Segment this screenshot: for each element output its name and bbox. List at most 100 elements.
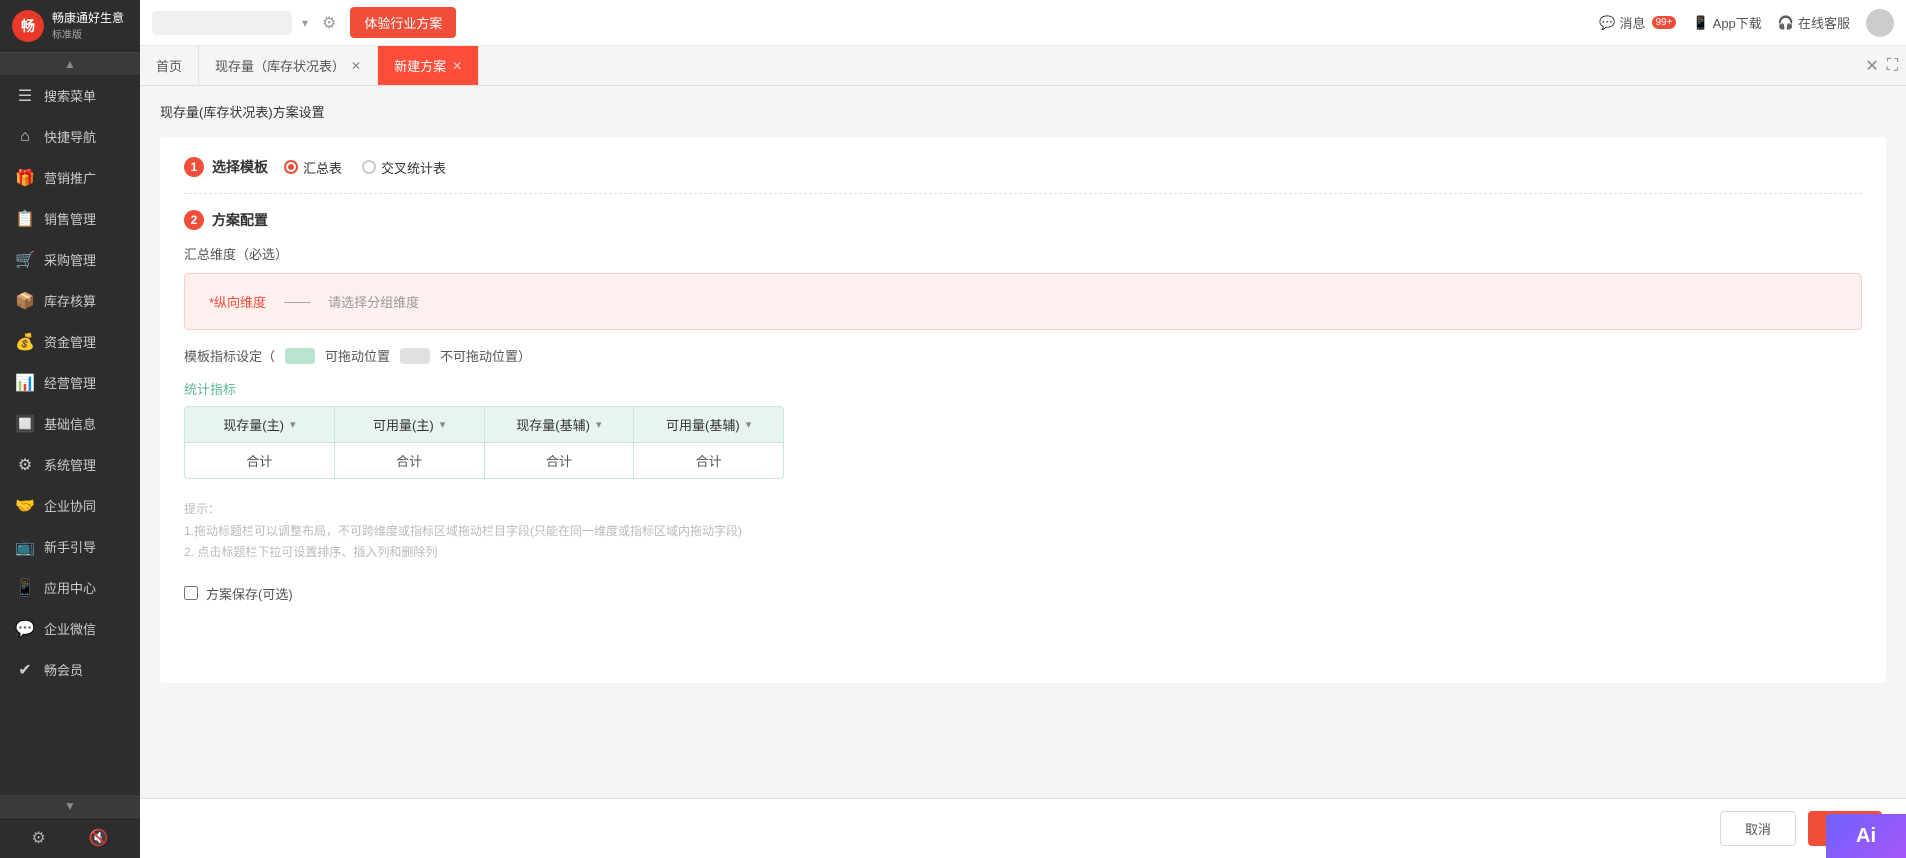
stats-col-dropdown-icon-3[interactable]: ▾ (746, 418, 752, 431)
app-download-label: App下载 (1713, 13, 1762, 32)
step1-label: 选择模板 (212, 157, 268, 177)
page-title: 现存量(库存状况表)方案设置 (160, 102, 1886, 121)
draggable-label: 可拖动位置 (325, 346, 390, 365)
tab-new-scheme-close-icon[interactable]: ✕ (452, 59, 462, 73)
dimension-required-label: *纵向维度 (209, 292, 266, 311)
stats-col-dropdown-icon-0[interactable]: ▾ (290, 418, 296, 431)
sidebar-scroll-down[interactable]: ▼ (0, 795, 140, 817)
radio-summary-label: 汇总表 (303, 158, 342, 177)
logo-icon: 畅 (12, 10, 44, 42)
sidebar-icon-enterprise-wechat: 💬 (16, 620, 34, 638)
stats-col-0: 现存量(主) ▾ (185, 407, 335, 443)
sidebar-icon-member: ✔ (16, 661, 34, 679)
sidebar-item-purchase-mgmt[interactable]: 🛒 采购管理 (0, 239, 140, 280)
radio-cross-label: 交叉统计表 (381, 158, 446, 177)
sidebar-item-marketing[interactable]: 🎁 营销推广 (0, 157, 140, 198)
sidebar-item-search-menu[interactable]: ☰ 搜索菜单 (0, 75, 140, 116)
settings-icon[interactable]: ⚙ (31, 828, 45, 848)
expand-tab-button[interactable]: ⛶ (1887, 56, 1898, 76)
cancel-button[interactable]: 取消 (1720, 811, 1796, 846)
tab-home[interactable]: 首页 (140, 46, 199, 85)
stats-col-header-0[interactable]: 现存量(主) ▾ (185, 407, 334, 443)
sidebar-icon-finance: 💰 (16, 333, 34, 351)
sidebar-scroll-up[interactable]: ▲ (0, 53, 140, 75)
draggable-badge (285, 348, 315, 364)
tab-inventory-close-icon[interactable]: ✕ (351, 59, 361, 73)
step2-label: 方案配置 (212, 210, 268, 230)
sidebar-label-basic-info: 基础信息 (44, 414, 96, 433)
stats-col-header-label-3: 可用量(基辅) (666, 415, 740, 434)
sidebar-item-member[interactable]: ✔ 畅会员 (0, 649, 140, 690)
sidebar-label-app-center: 应用中心 (44, 578, 96, 597)
stats-table-header: 现存量(主) ▾ 可用量(主) ▾ 现存量(基辅) ▾ 可用量(基辅) ▾ (185, 407, 783, 443)
step1-header: 1 选择模板 汇总表 交叉统计表 (184, 157, 1862, 177)
sidebar-item-enterprise[interactable]: 🤝 企业协同 (0, 485, 140, 526)
sidebar-item-sales-mgmt[interactable]: 📋 销售管理 (0, 198, 140, 239)
messages-item[interactable]: 💬 消息 99+ (1599, 13, 1676, 32)
step2-num: 2 (184, 210, 204, 230)
stats-col-header-1[interactable]: 可用量(主) ▾ (335, 407, 484, 443)
stats-col-dropdown-icon-2[interactable]: ▾ (596, 418, 602, 431)
sidebar-icon-new-guide: 📺 (16, 538, 34, 556)
sidebar-icon-sales-mgmt: 📋 (16, 210, 34, 228)
indicator-row-label: 模板指标设定（ (184, 346, 275, 365)
sidebar-icon-search-menu: ☰ (16, 87, 34, 105)
dimension-box[interactable]: *纵向维度 —— 请选择分组维度 (184, 273, 1862, 330)
sidebar-label-quick-nav: 快捷导航 (44, 127, 96, 146)
sidebar-item-app-center[interactable]: 📱 应用中心 (0, 567, 140, 608)
sidebar-item-system-mgmt[interactable]: ⚙ 系统管理 (0, 444, 140, 485)
sidebar-item-inventory[interactable]: 📦 库存核算 (0, 280, 140, 321)
scheme-card: 1 选择模板 汇总表 交叉统计表 2 方案配置 (160, 137, 1886, 683)
sidebar-icon-purchase-mgmt: 🛒 (16, 251, 34, 269)
sidebar-label-enterprise-wechat: 企业微信 (44, 619, 96, 638)
stats-col-1: 可用量(主) ▾ (335, 407, 485, 443)
radio-cross[interactable]: 交叉统计表 (362, 158, 446, 177)
stats-col-header-2[interactable]: 现存量(基辅) ▾ (485, 407, 634, 443)
sidebar-nav: ☰ 搜索菜单 ⌂ 快捷导航 🎁 营销推广 📋 销售管理 🛒 采购管理 📦 库存核… (0, 75, 140, 795)
stats-col-summary-3: 合计 (634, 443, 783, 478)
stats-table: 现存量(主) ▾ 可用量(主) ▾ 现存量(基辅) ▾ 可用量(基辅) ▾ 合计… (184, 406, 784, 479)
stats-col-3: 可用量(基辅) ▾ (634, 407, 783, 443)
tip-item-0: 1.拖动标题栏可以调整布局，不可跨维度或指标区域拖动栏目字段(只能在同一维度或指… (184, 521, 1862, 543)
stats-col-dropdown-icon-1[interactable]: ▾ (440, 418, 446, 431)
sidebar-item-new-guide[interactable]: 📺 新手引导 (0, 526, 140, 567)
tab-new-scheme[interactable]: 新建方案 ✕ (378, 46, 479, 85)
radio-summary[interactable]: 汇总表 (284, 158, 342, 177)
step1-num: 1 (184, 157, 204, 177)
sound-icon[interactable]: 🔇 (89, 828, 109, 848)
topbar: ▾ ⚙ 体验行业方案 💬 消息 99+ 📱 App下载 🎧 在线客服 (140, 0, 1906, 46)
stats-col-body-1: 合计 (335, 443, 485, 478)
search-input[interactable] (152, 11, 292, 35)
save-row: 方案保存(可选) (184, 584, 1862, 663)
tabbar-actions: ✕ ⛶ (1865, 56, 1906, 76)
customer-service-label: 在线客服 (1798, 13, 1850, 32)
app-download-item[interactable]: 📱 App下载 (1692, 13, 1761, 32)
sidebar-footer: ⚙ 🔇 (0, 817, 140, 858)
save-label: 方案保存(可选) (206, 584, 293, 603)
close-tab-button[interactable]: ✕ (1865, 56, 1878, 76)
sidebar-icon-marketing: 🎁 (16, 169, 34, 187)
sidebar: 畅 畅康通好生意 标准版 ▲ ☰ 搜索菜单 ⌂ 快捷导航 🎁 营销推广 📋 销售… (0, 0, 140, 858)
sidebar-label-system-mgmt: 系统管理 (44, 455, 96, 474)
sidebar-icon-app-center: 📱 (16, 579, 34, 597)
sidebar-item-enterprise-wechat[interactable]: 💬 企业微信 (0, 608, 140, 649)
sidebar-item-operations[interactable]: 📊 经营管理 (0, 362, 140, 403)
dropdown-arrow-icon[interactable]: ▾ (302, 16, 308, 30)
summary-dimension-label: 汇总维度（必选） (184, 244, 1862, 263)
tab-inventory[interactable]: 现存量（库存状况表） ✕ (199, 46, 378, 85)
industry-solution-button[interactable]: 体验行业方案 (350, 7, 456, 38)
sidebar-item-finance[interactable]: 💰 资金管理 (0, 321, 140, 362)
footer-bar: 取消 查询 (140, 798, 1906, 858)
ai-badge[interactable]: Ai (1826, 814, 1906, 858)
sidebar-label-finance: 资金管理 (44, 332, 96, 351)
sidebar-item-quick-nav[interactable]: ⌂ 快捷导航 (0, 116, 140, 157)
avatar[interactable] (1866, 9, 1894, 37)
save-checkbox[interactable] (184, 586, 198, 600)
stats-col-header-3[interactable]: 可用量(基辅) ▾ (634, 407, 783, 443)
undraggable-badge (400, 348, 430, 364)
sidebar-icon-inventory: 📦 (16, 292, 34, 310)
sidebar-item-basic-info[interactable]: 🔲 基础信息 (0, 403, 140, 444)
stats-col-summary-0: 合计 (185, 443, 334, 478)
settings-gear-icon[interactable]: ⚙ (322, 13, 336, 33)
customer-service-item[interactable]: 🎧 在线客服 (1778, 13, 1850, 32)
